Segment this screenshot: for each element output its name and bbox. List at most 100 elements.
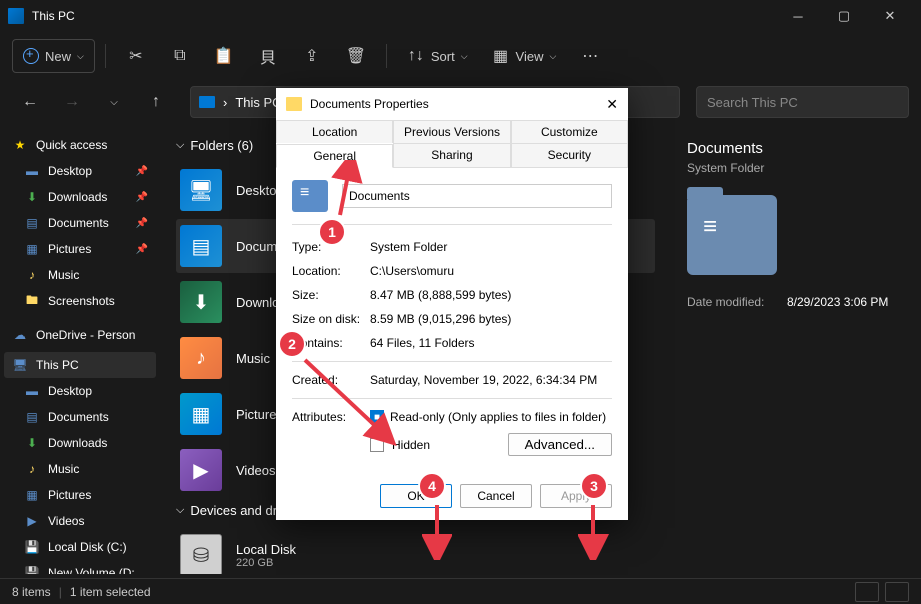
disk-icon: ⛁ xyxy=(180,534,222,574)
sidebar-item-label: This PC xyxy=(36,358,79,372)
sidebar-item-label: Downloads xyxy=(48,190,107,204)
sidebar-item-label: Screenshots xyxy=(48,294,115,308)
cut-button[interactable]: ✂ xyxy=(116,39,156,73)
close-icon[interactable]: ✕ xyxy=(606,96,618,113)
sidebar-item-new-volume[interactable]: 💾 New Volume (D: xyxy=(16,560,156,574)
view-label: View xyxy=(516,49,544,64)
sidebar-item-documents[interactable]: ▤Documents📌 xyxy=(16,210,156,236)
dialog-titlebar: Documents Properties ✕ xyxy=(276,88,628,120)
download-icon: ⬇ xyxy=(24,189,40,205)
breadcrumb[interactable]: This PC xyxy=(235,95,281,110)
scissors-icon: ✂ xyxy=(127,47,145,65)
cancel-button[interactable]: Cancel xyxy=(460,484,532,508)
maximize-button[interactable]: ▢ xyxy=(821,0,867,32)
sidebar-item-label: New Volume (D: xyxy=(48,566,135,574)
sidebar-item-label: Downloads xyxy=(48,436,107,450)
pc-icon: 🖥 xyxy=(12,357,28,373)
forward-button[interactable]: → xyxy=(54,86,90,118)
drive-label: Local Disk xyxy=(236,542,296,557)
annotation-arrow-1 xyxy=(330,160,370,220)
sidebar-item-label: Music xyxy=(48,462,79,476)
details-pane: Documents System Folder Date modified: 8… xyxy=(671,124,921,574)
new-button[interactable]: New ⌵ xyxy=(12,39,95,73)
sidebar-item-pictures[interactable]: ▦Pictures📌 xyxy=(16,236,156,262)
dialog-tabs: Location Previous Versions Customize Gen… xyxy=(276,120,628,168)
readonly-label: Read-only (Only applies to files in fold… xyxy=(390,410,606,424)
sidebar-item-local-disk[interactable]: 💾Local Disk (C:) xyxy=(16,534,156,560)
star-icon: ★ xyxy=(12,137,28,153)
copy-button[interactable]: ⧉ xyxy=(160,39,200,73)
folder-name-field[interactable]: Documents xyxy=(342,184,612,208)
tab-security[interactable]: Security xyxy=(511,143,628,167)
sidebar-item-label: Pictures xyxy=(48,242,91,256)
tab-sharing[interactable]: Sharing xyxy=(393,143,510,167)
sidebar-item-downloads[interactable]: ⬇Downloads xyxy=(16,430,156,456)
tab-location[interactable]: Location xyxy=(276,120,393,143)
cloud-icon: ☁ xyxy=(12,327,28,343)
sidebar-item-desktop[interactable]: ▬Desktop📌 xyxy=(16,158,156,184)
size-label: Size: xyxy=(292,288,370,302)
video-icon: ▶ xyxy=(24,513,40,529)
sidebar-item-label: OneDrive - Person xyxy=(36,328,135,342)
sidebar: ★ Quick access ▬Desktop📌 ⬇Downloads📌 ▤Do… xyxy=(0,124,160,574)
music-icon: ♪ xyxy=(24,267,40,283)
annotation-badge-4: 4 xyxy=(418,472,446,500)
share-button[interactable]: ⇪ xyxy=(292,39,332,73)
folder-label: Videos xyxy=(236,463,276,478)
desktop-icon: 🖥 xyxy=(180,169,222,211)
document-icon: ▤ xyxy=(180,225,222,267)
sidebar-item-videos[interactable]: ▶ Videos xyxy=(16,508,156,534)
view-icon: ▦ xyxy=(492,47,510,65)
folder-preview-icon xyxy=(687,195,777,275)
sort-button[interactable]: ↑↓ Sort ⌵ xyxy=(397,39,478,73)
sidebar-onedrive[interactable]: ☁ OneDrive - Person xyxy=(4,322,156,348)
details-title: Documents xyxy=(687,140,905,157)
created-value: Saturday, November 19, 2022, 6:34:34 PM xyxy=(370,373,597,387)
delete-button[interactable]: 🗑 xyxy=(336,39,376,73)
size-on-disk-label: Size on disk: xyxy=(292,312,370,326)
copy-icon: ⧉ xyxy=(171,47,189,65)
disk-icon: 💾 xyxy=(24,565,40,574)
search-input[interactable]: Search This PC xyxy=(696,86,909,118)
sort-icon: ↑↓ xyxy=(407,47,425,65)
pictures-icon: ▦ xyxy=(24,241,40,257)
sidebar-item-label: Pictures xyxy=(48,488,91,502)
status-items: 8 items xyxy=(12,585,51,599)
sidebar-item-desktop[interactable]: ▬Desktop xyxy=(16,378,156,404)
back-button[interactable]: ← xyxy=(12,86,48,118)
advanced-button[interactable]: Advanced... xyxy=(508,433,612,456)
view-details-button[interactable] xyxy=(855,582,879,602)
sidebar-this-pc[interactable]: 🖥 This PC xyxy=(4,352,156,378)
sidebar-item-downloads[interactable]: ⬇Downloads📌 xyxy=(16,184,156,210)
view-thumbnails-button[interactable] xyxy=(885,582,909,602)
tab-previous-versions[interactable]: Previous Versions xyxy=(393,120,510,143)
minimize-button[interactable]: ─ xyxy=(775,0,821,32)
size-value: 8.47 MB (8,888,599 bytes) xyxy=(370,288,511,302)
close-button[interactable]: ✕ xyxy=(867,0,913,32)
recent-dropdown[interactable]: ⌵ xyxy=(96,86,132,118)
up-button[interactable]: ↑ xyxy=(138,86,174,118)
share-icon: ⇪ xyxy=(303,47,321,65)
paste-button[interactable]: 📋 xyxy=(204,39,244,73)
rename-button[interactable]: ⾙ xyxy=(248,39,288,73)
sidebar-item-music[interactable]: ♪Music xyxy=(16,262,156,288)
document-icon: ▤ xyxy=(24,409,40,425)
sidebar-item-label: Videos xyxy=(48,514,84,528)
view-button[interactable]: ▦ View ⌵ xyxy=(482,39,567,73)
ellipsis-icon: ⋯ xyxy=(581,47,599,65)
contains-value: 64 Files, 11 Folders xyxy=(370,336,475,350)
tab-customize[interactable]: Customize xyxy=(511,120,628,143)
sidebar-item-screenshots[interactable]: 🖿Screenshots xyxy=(16,288,156,314)
drive-sub: 220 GB xyxy=(236,557,296,569)
trash-icon: 🗑 xyxy=(347,47,365,65)
sidebar-item-documents[interactable]: ▤Documents xyxy=(16,404,156,430)
chevron-down-icon: ⌵ xyxy=(77,51,84,62)
sidebar-quick-access[interactable]: ★ Quick access xyxy=(4,132,156,158)
toolbar: New ⌵ ✂ ⧉ 📋 ⾙ ⇪ 🗑 ↑↓ Sort ⌵ ▦ View ⌵ ⋯ xyxy=(0,32,921,80)
modified-label: Date modified: xyxy=(687,295,787,309)
sidebar-item-music[interactable]: ♪Music xyxy=(16,456,156,482)
more-button[interactable]: ⋯ xyxy=(570,39,610,73)
status-selected: 1 item selected xyxy=(70,585,151,599)
status-bar: 8 items | 1 item selected xyxy=(0,578,921,604)
sidebar-item-pictures[interactable]: ▦Pictures xyxy=(16,482,156,508)
